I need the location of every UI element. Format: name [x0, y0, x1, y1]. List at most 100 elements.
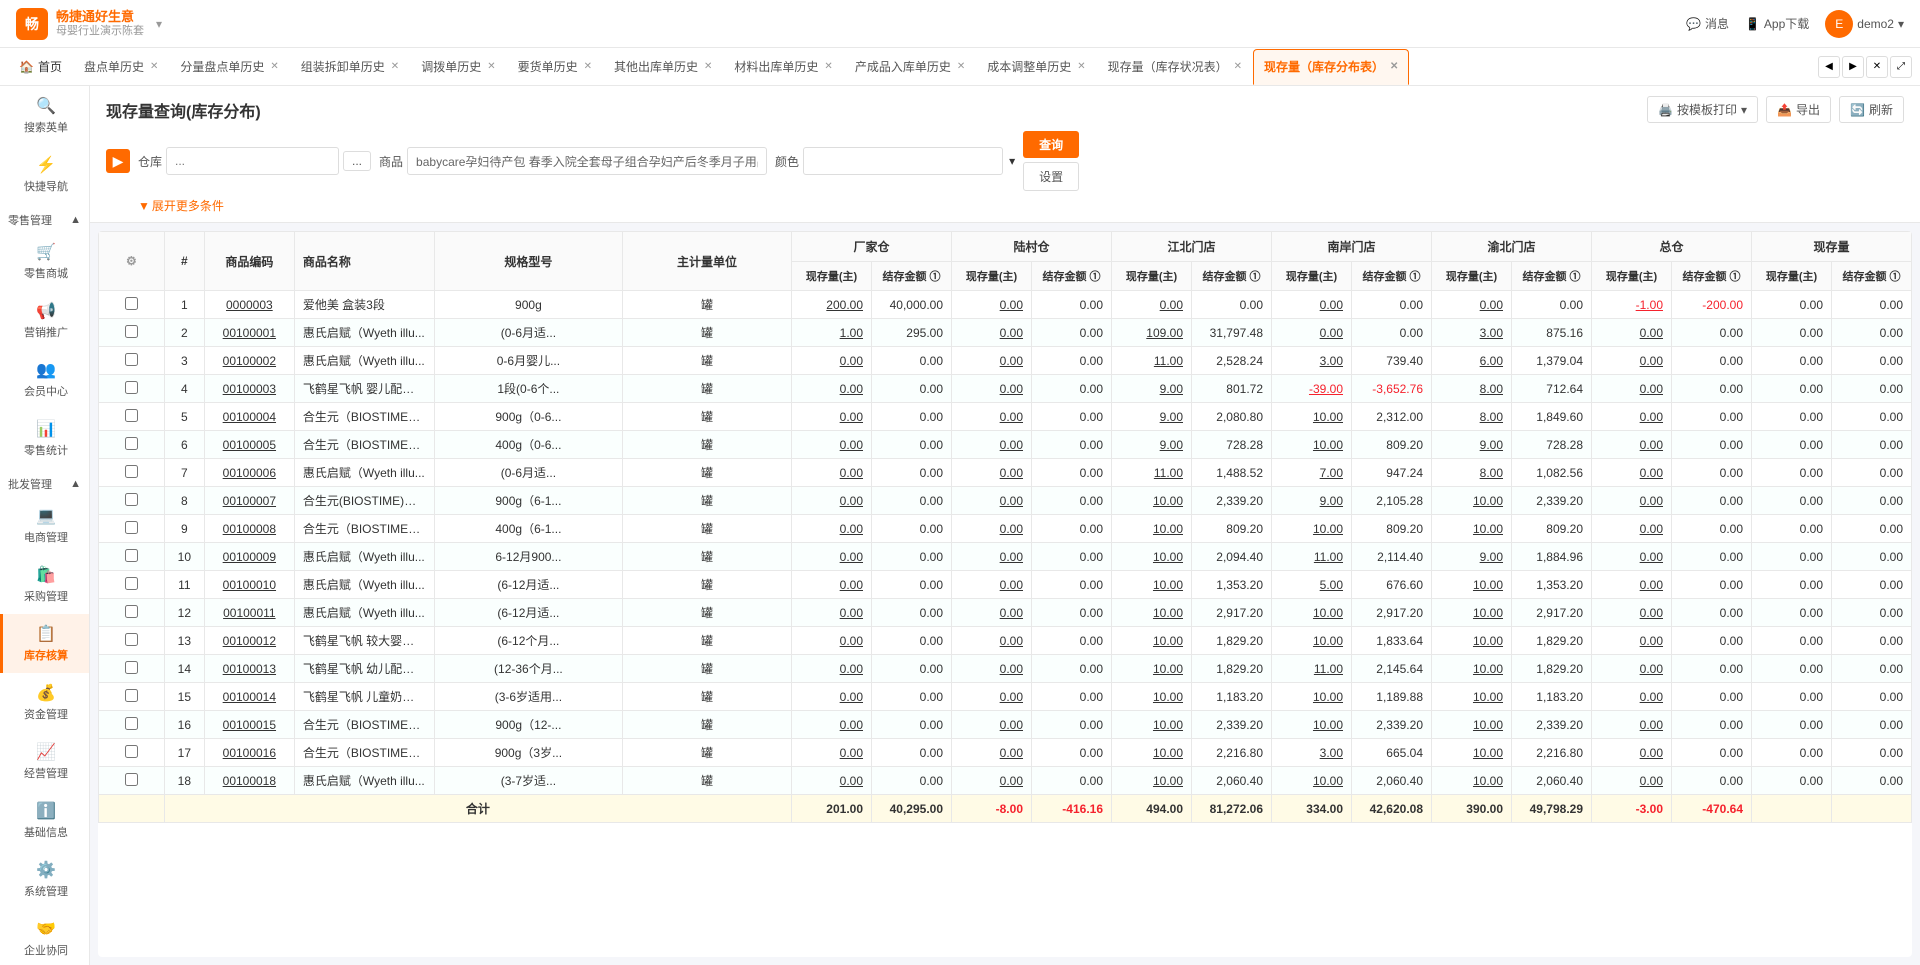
cell-check[interactable] [99, 571, 165, 599]
print-btn[interactable]: 🖨️ 按模板打印 ▾ [1647, 96, 1758, 123]
cell-check[interactable] [99, 627, 165, 655]
app-download-btn[interactable]: 📱 App下载 [1745, 15, 1809, 32]
tab-nav-close-all[interactable]: ✕ [1866, 56, 1888, 78]
tab-nav-next[interactable]: ▶ [1842, 56, 1864, 78]
row-checkbox[interactable] [125, 493, 138, 506]
cell-check[interactable] [99, 291, 165, 319]
tab-kucunz-close[interactable]: ✕ [1234, 61, 1242, 72]
search-collapse-btn[interactable]: ▶ [106, 149, 130, 173]
sidebar-item-basic[interactable]: ℹ️ 基础信息 [0, 791, 89, 850]
tab-nav-expand[interactable]: ⤢ [1890, 56, 1912, 78]
tab-pandian-close[interactable]: ✕ [150, 61, 158, 72]
cell-check[interactable] [99, 739, 165, 767]
tab-zuzhang[interactable]: 组装拆卸单历史 ✕ [290, 49, 410, 85]
tab-diaob[interactable]: 调拨单历史 ✕ [410, 49, 506, 85]
tab-chengbentiaoz-close[interactable]: ✕ [1077, 61, 1085, 72]
sidebar-item-inventory[interactable]: 📋 库存核算 [0, 614, 89, 673]
cell-cj-amt: 0.00 [872, 599, 952, 627]
th-setting[interactable]: ⚙ [99, 232, 165, 291]
tab-qtchu-close[interactable]: ✕ [704, 61, 712, 72]
tab-chancheng-close[interactable]: ✕ [957, 61, 965, 72]
cell-yb-qty: 10.00 [1432, 711, 1512, 739]
cell-lc-amt: 0.00 [1032, 375, 1112, 403]
tab-diaob-close[interactable]: ✕ [487, 61, 495, 72]
sidebar-item-nav[interactable]: ⚡ 快捷导航 [0, 145, 89, 204]
row-checkbox[interactable] [125, 297, 138, 310]
tab-cailiao-close[interactable]: ✕ [824, 61, 832, 72]
expand-conditions-btn[interactable]: ▼ 展开更多条件 [138, 197, 1904, 214]
sidebar-item-search[interactable]: 🔍 搜索英单 [0, 86, 89, 145]
cell-check[interactable] [99, 487, 165, 515]
tab-fenpandian-close[interactable]: ✕ [270, 61, 278, 72]
sidebar-item-retail-mgmt[interactable]: 零售管理 ▲ [0, 204, 89, 232]
cell-check[interactable] [99, 431, 165, 459]
sidebar-item-system[interactable]: ⚙️ 系统管理 [0, 850, 89, 909]
row-checkbox[interactable] [125, 521, 138, 534]
sidebar-item-finance[interactable]: 💰 资金管理 [0, 673, 89, 732]
tab-nav-prev[interactable]: ◀ [1818, 56, 1840, 78]
tab-yaohuo-close[interactable]: ✕ [584, 61, 592, 72]
cell-check[interactable] [99, 375, 165, 403]
message-btn[interactable]: 💬 消息 [1686, 15, 1729, 32]
cell-check[interactable] [99, 459, 165, 487]
cell-check[interactable] [99, 711, 165, 739]
sidebar-item-shop[interactable]: 🛒 零售商城 [0, 232, 89, 291]
export-btn[interactable]: 📤 导出 [1766, 96, 1831, 123]
sidebar-item-collab[interactable]: 🤝 企业协同 [0, 909, 89, 965]
tab-kucunfb[interactable]: 现存量（库存分布表） ✕ [1253, 49, 1409, 85]
sidebar-item-ecom[interactable]: 💻 电商管理 [0, 496, 89, 555]
row-checkbox[interactable] [125, 689, 138, 702]
row-checkbox[interactable] [125, 465, 138, 478]
tab-kucunz[interactable]: 现存量（库存状况表） ✕ [1097, 49, 1253, 85]
tab-home[interactable]: 🏠 首页 [8, 49, 73, 85]
row-checkbox[interactable] [125, 773, 138, 786]
row-checkbox[interactable] [125, 577, 138, 590]
warehouse-input[interactable] [166, 147, 339, 175]
dropdown-arrow-icon[interactable]: ▾ [156, 17, 162, 31]
goods-input[interactable] [407, 147, 767, 175]
color-dropdown-icon[interactable]: ▾ [1009, 154, 1015, 168]
row-checkbox[interactable] [125, 549, 138, 562]
cell-check[interactable] [99, 543, 165, 571]
row-checkbox[interactable] [125, 717, 138, 730]
cell-check[interactable] [99, 347, 165, 375]
tab-qtchu[interactable]: 其他出库单历史 ✕ [603, 49, 723, 85]
sidebar-item-bizops[interactable]: 📈 经营管理 [0, 732, 89, 791]
tab-cailiao[interactable]: 材料出库单历史 ✕ [723, 49, 843, 85]
tab-chancheng[interactable]: 产成品入库单历史 ✕ [844, 49, 976, 85]
row-checkbox[interactable] [125, 381, 138, 394]
cell-check[interactable] [99, 403, 165, 431]
cell-check[interactable] [99, 655, 165, 683]
row-checkbox[interactable] [125, 409, 138, 422]
query-btn[interactable]: 查询 [1023, 131, 1079, 158]
cell-check[interactable] [99, 515, 165, 543]
refresh-btn[interactable]: 🔄 刷新 [1839, 96, 1904, 123]
sidebar-item-members[interactable]: 👥 会员中心 [0, 350, 89, 409]
row-checkbox[interactable] [125, 661, 138, 674]
color-input[interactable] [803, 147, 1003, 175]
cell-check[interactable] [99, 319, 165, 347]
row-checkbox[interactable] [125, 633, 138, 646]
tab-fenpandian[interactable]: 分量盘点单历史 ✕ [169, 49, 289, 85]
row-checkbox[interactable] [125, 745, 138, 758]
row-checkbox[interactable] [125, 353, 138, 366]
tab-yaohuo[interactable]: 要货单历史 ✕ [507, 49, 603, 85]
user-area[interactable]: E demo2 ▾ [1825, 10, 1904, 38]
row-checkbox[interactable] [125, 437, 138, 450]
tab-chengbentiaoz[interactable]: 成本调整单历史 ✕ [976, 49, 1096, 85]
tab-pandian[interactable]: 盘点单历史 ✕ [73, 49, 169, 85]
sidebar-item-retail-stats[interactable]: 📊 零售统计 [0, 409, 89, 468]
tab-zuzhang-close[interactable]: ✕ [391, 61, 399, 72]
cell-check[interactable] [99, 767, 165, 795]
warehouse-ellipsis-btn[interactable]: ... [343, 151, 371, 171]
tab-kucunfb-close[interactable]: ✕ [1390, 61, 1398, 72]
warehouse-label: 仓库 [138, 153, 162, 170]
sidebar-item-wholesale[interactable]: 批发管理 ▲ [0, 468, 89, 496]
row-checkbox[interactable] [125, 605, 138, 618]
sidebar-item-marketing[interactable]: 📢 营销推广 [0, 291, 89, 350]
cell-check[interactable] [99, 599, 165, 627]
sidebar-item-purchase[interactable]: 🛍️ 采购管理 [0, 555, 89, 614]
row-checkbox[interactable] [125, 325, 138, 338]
cell-check[interactable] [99, 683, 165, 711]
settings-btn[interactable]: 设置 [1023, 162, 1079, 191]
